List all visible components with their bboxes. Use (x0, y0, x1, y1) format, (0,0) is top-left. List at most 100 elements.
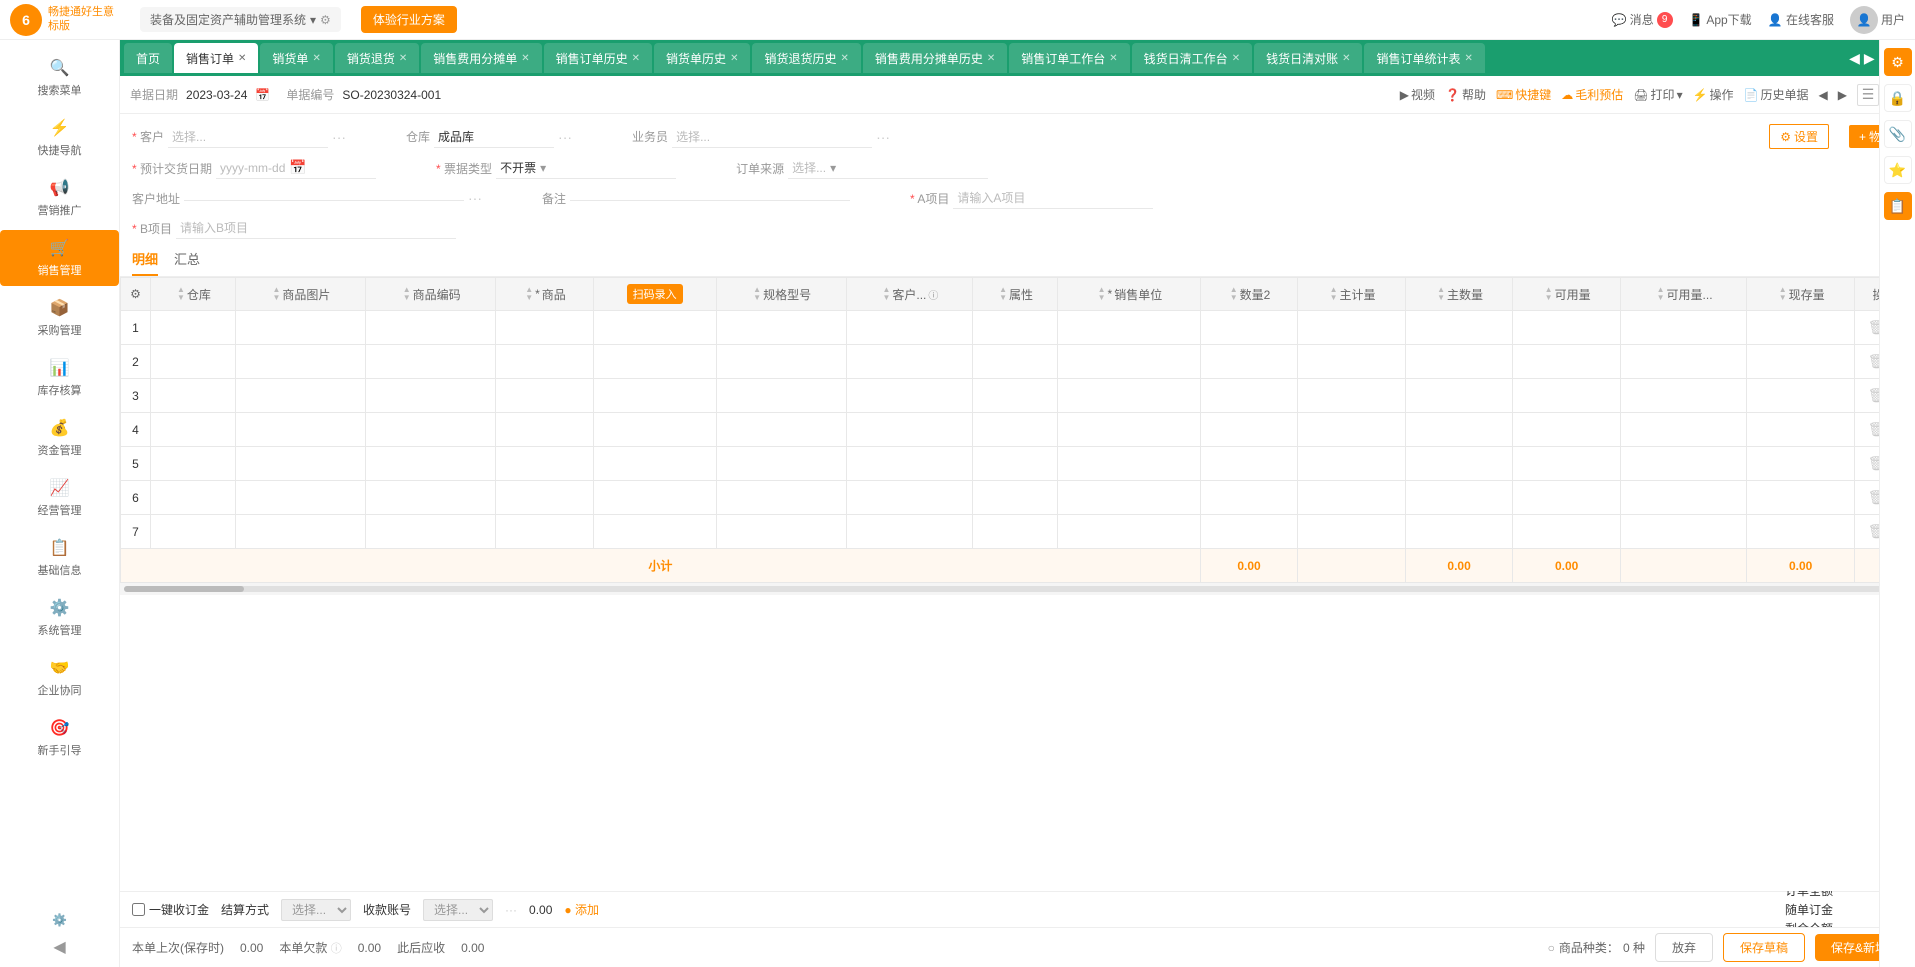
next-record-btn[interactable]: ▶ (1838, 88, 1847, 102)
sort-icon[interactable]: ▲▼ (523, 286, 533, 302)
row-1-main-qty[interactable] (1405, 311, 1513, 345)
tab-close-icon[interactable]: ✕ (1342, 53, 1350, 64)
sidebar-item-system[interactable]: ⚙️ 系统管理 (0, 590, 119, 646)
customer-more-icon[interactable]: ··· (332, 129, 346, 145)
tab-detail[interactable]: 明细 (132, 249, 158, 276)
discard-btn[interactable]: 放弃 (1655, 933, 1713, 962)
product-count-icon[interactable]: ○ (1548, 941, 1555, 955)
info-icon[interactable]: ⓘ (928, 287, 938, 302)
sidebar-item-base-info[interactable]: 📋 基础信息 (0, 530, 119, 586)
sort-icon[interactable]: ▲▼ (1777, 286, 1787, 302)
row-1-customer-code[interactable] (846, 311, 972, 345)
tab-close-icon[interactable]: ✕ (840, 53, 848, 64)
date-value[interactable]: 2023-03-24 (186, 88, 247, 102)
calendar-icon[interactable]: 📅 (289, 159, 306, 176)
tab-order-history[interactable]: 销售订单历史 ✕ (544, 43, 652, 73)
tab-prev-icon[interactable]: ◀ (1849, 50, 1860, 67)
sort-icon[interactable]: ▲▼ (751, 286, 761, 302)
row-1-sales-unit[interactable] (1058, 311, 1201, 345)
info-icon[interactable]: ⓘ (331, 943, 342, 955)
row-1-product[interactable] (496, 311, 593, 345)
tab-fee-split[interactable]: 销售费用分摊单 ✕ (421, 43, 541, 73)
right-panel-doc-btn[interactable]: 📋 (1884, 192, 1912, 220)
sidebar-item-search[interactable]: 🔍 搜索菜单 (0, 50, 119, 106)
tab-bill-history[interactable]: 销货单历史 ✕ (654, 43, 750, 73)
tab-close-icon[interactable]: ✕ (1232, 53, 1240, 64)
tab-close-icon[interactable]: ✕ (730, 53, 738, 64)
col-gear[interactable]: ⚙ (121, 278, 151, 311)
tab-order-workbench[interactable]: 销售订单工作台 ✕ (1009, 43, 1129, 73)
salesperson-input[interactable]: 选择... (672, 126, 872, 148)
tab-close-icon[interactable]: ✕ (1465, 53, 1473, 64)
scroll-thumb[interactable] (124, 586, 244, 592)
tab-close-icon[interactable]: ✕ (399, 53, 407, 64)
sort-icon[interactable]: ▲▼ (271, 286, 281, 302)
scan-entry-btn[interactable]: 扫码录入 (627, 284, 683, 304)
tab-stats[interactable]: 销售订单统计表 ✕ (1364, 43, 1484, 73)
one-click-settle-checkbox[interactable] (132, 903, 145, 916)
online-service-btn[interactable]: 👤 在线客服 (1768, 11, 1834, 28)
row-1-available2[interactable] (1620, 311, 1746, 345)
sort-icon[interactable]: ▲▼ (1096, 286, 1106, 302)
sidebar-item-purchase[interactable]: 📦 采购管理 (0, 290, 119, 346)
tab-return-history[interactable]: 销货退货历史 ✕ (752, 43, 860, 73)
sort-icon[interactable]: ▲▼ (997, 286, 1007, 302)
tab-daily-workbench[interactable]: 钱货日清工作台 ✕ (1132, 43, 1252, 73)
sort-icon[interactable]: ▲▼ (1543, 286, 1553, 302)
sort-icon[interactable]: ▲▼ (1328, 286, 1338, 302)
tab-home[interactable]: 首页 (124, 43, 172, 73)
sidebar-item-finance[interactable]: 💰 资金管理 (0, 410, 119, 466)
sidebar-item-marketing[interactable]: 📢 营销推广 (0, 170, 119, 226)
horizontal-scrollbar[interactable] (120, 583, 1915, 595)
message-area[interactable]: 💬 消息 9 (1612, 11, 1673, 28)
addr-more-icon[interactable]: ··· (468, 190, 482, 206)
ticket-select[interactable]: 不开票 ▾ (496, 157, 676, 179)
app-download-btn[interactable]: 📱 App下载 (1689, 11, 1752, 28)
add-btn[interactable]: ● 添加 (564, 901, 599, 918)
sort-icon[interactable]: ▲▼ (1655, 286, 1665, 302)
row-1-scan[interactable] (593, 311, 716, 345)
row-1-stock[interactable] (1747, 311, 1855, 345)
right-panel-star-btn[interactable]: ⭐ (1884, 156, 1912, 184)
sidebar-item-sales[interactable]: 🛒 销售管理 (0, 230, 119, 286)
industry-btn[interactable]: 体验行业方案 (361, 6, 457, 33)
tab-return[interactable]: 销货退货 ✕ (335, 43, 419, 73)
remarks-input[interactable] (570, 196, 850, 201)
help-btn[interactable]: ❓ 帮助 (1445, 86, 1486, 103)
row-1-warehouse[interactable] (151, 311, 236, 345)
row-1-available[interactable] (1513, 311, 1621, 345)
sidebar-item-guide[interactable]: 🎯 新手引导 (0, 710, 119, 766)
sidebar-item-nav[interactable]: ⚡ 快捷导航 (0, 110, 119, 166)
sidebar-collapse-btn[interactable]: ◀ (53, 937, 65, 957)
row-1-attr[interactable] (973, 311, 1058, 345)
system-title[interactable]: 装备及固定资产辅助管理系统 ▾ ⚙ (140, 7, 341, 32)
sort-icon[interactable]: ▲▼ (1228, 286, 1238, 302)
tab-close-icon[interactable]: ✕ (632, 53, 640, 64)
delivery-input[interactable]: yyyy-mm-dd 📅 (216, 157, 376, 179)
addr-input[interactable] (184, 196, 464, 201)
sidebar-item-collab[interactable]: 🤝 企业协同 (0, 650, 119, 706)
tab-fee-history[interactable]: 销售费用分摊单历史 ✕ (863, 43, 1007, 73)
print-btn[interactable]: 🖨 打印 ▾ (1633, 86, 1682, 103)
tab-sales-order[interactable]: 销售订单 ✕ (174, 43, 258, 73)
tab-sales-bill[interactable]: 销货单 ✕ (260, 43, 332, 73)
tab-next-icon[interactable]: ▶ (1864, 50, 1875, 67)
row-2-warehouse[interactable] (151, 345, 236, 379)
order-source-input[interactable]: 选择... ▾ (788, 157, 988, 179)
account-select[interactable]: 选择... (423, 899, 493, 921)
tab-close-icon[interactable]: ✕ (521, 53, 529, 64)
salesperson-more-icon[interactable]: ··· (876, 129, 890, 145)
right-panel-attach-btn[interactable]: 📎 (1884, 120, 1912, 148)
sort-icon[interactable]: ▲▼ (175, 286, 185, 302)
row-1-product-code[interactable] (366, 311, 496, 345)
profit-btn[interactable]: ☁ 毛利预估 (1561, 86, 1623, 103)
shortcut-btn[interactable]: ⌨ 快捷键 (1496, 86, 1551, 103)
row-1-qty2[interactable] (1200, 311, 1297, 345)
row-1-main-unit[interactable] (1298, 311, 1406, 345)
row-1-product-img[interactable] (235, 311, 365, 345)
view-btn[interactable]: ▶ 视频 (1400, 86, 1435, 103)
tab-close-icon[interactable]: ✕ (987, 53, 995, 64)
tab-daily-reconcile[interactable]: 钱货日清对账 ✕ (1254, 43, 1362, 73)
list-view-btn[interactable]: ☰ (1857, 84, 1879, 106)
history-btn[interactable]: 📄 历史单据 (1744, 86, 1809, 103)
